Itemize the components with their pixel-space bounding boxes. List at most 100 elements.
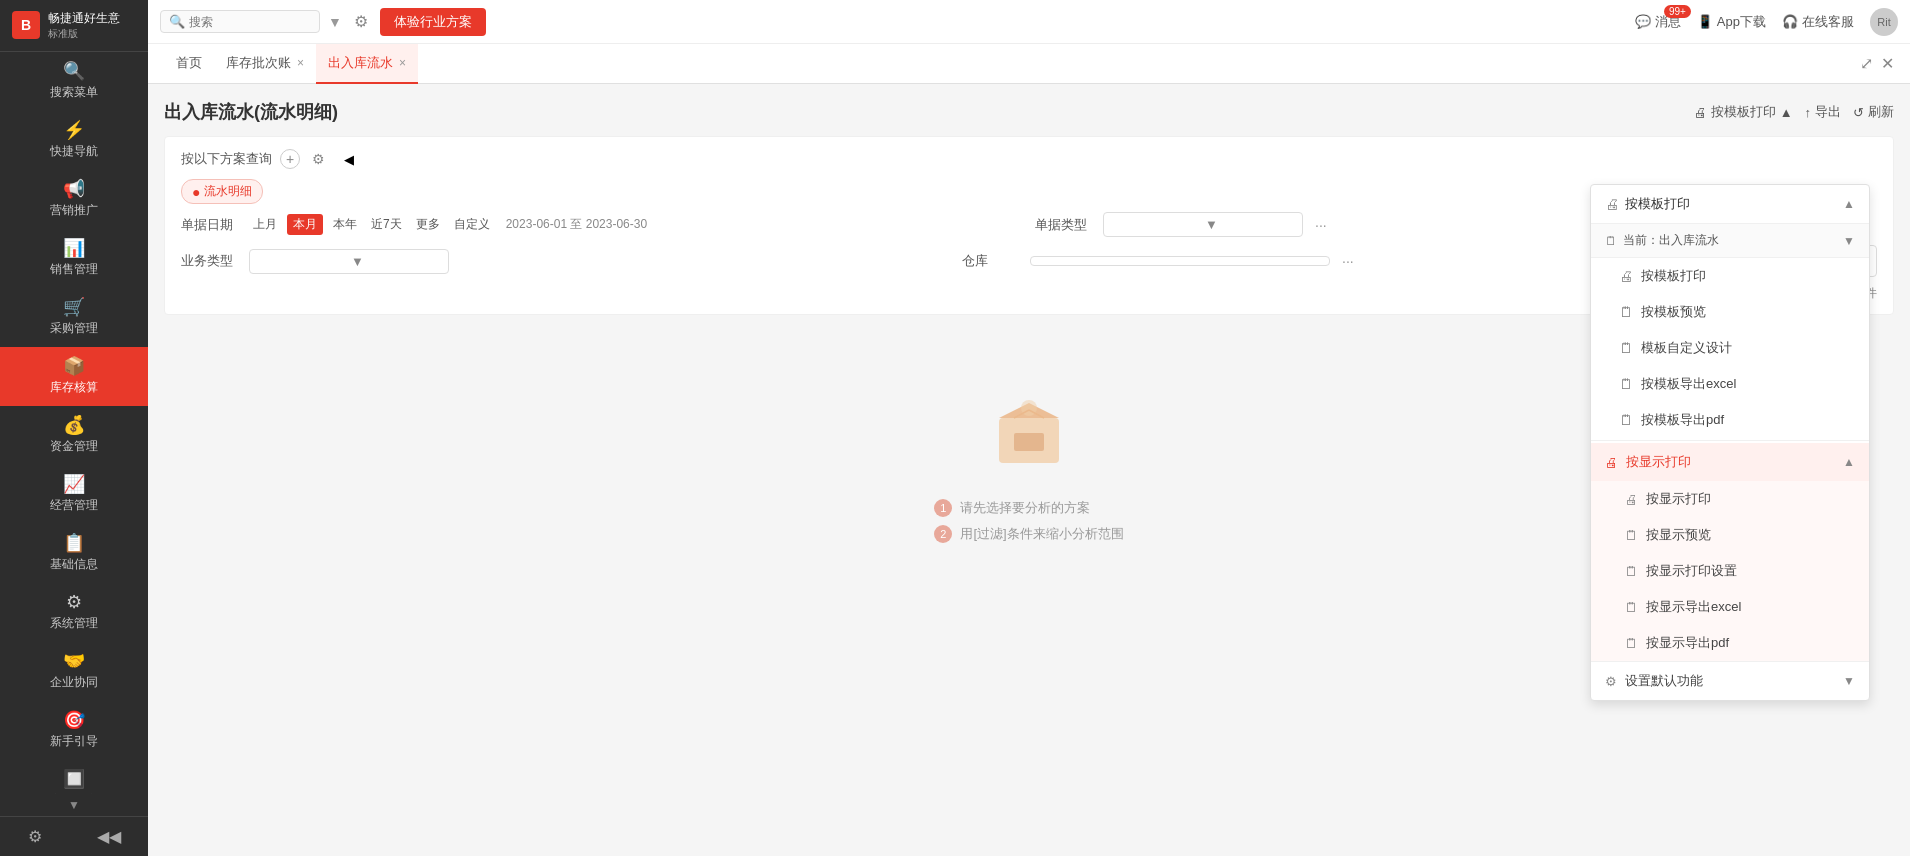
headset-icon: 🎧 [1782,14,1798,29]
tab-batch-account[interactable]: 库存批次账 × [214,44,316,84]
display-section-title-text: 按显示打印 [1626,453,1691,471]
sidebar-item-finance[interactable]: 💰 资金管理 [0,406,148,465]
current-template-row: 🗒 当前：出入库流水 ▼ [1591,224,1869,258]
warehouse-more-btn[interactable]: ··· [1338,249,1358,273]
tab-home[interactable]: 首页 [164,44,214,84]
filter-gear-btn[interactable]: ⚙ [308,149,328,169]
topbar-right: 💬 消息 99+ 📱 App下载 🎧 在线客服 Rit [1635,8,1898,36]
dropdown-item-display-print[interactable]: 🖨 按显示打印 [1591,481,1869,517]
sidebar-logo: B 畅捷通好生意 标准版 [0,0,148,52]
sidebar-item-inventory[interactable]: 📦 库存核算 [0,347,148,406]
sidebar-item-label: 新手引导 [50,733,98,750]
industry-plan-btn[interactable]: 体验行业方案 [380,8,486,36]
dropdown-item-display-export-excel[interactable]: 🗒 按显示导出excel [1591,589,1869,625]
refresh-btn[interactable]: ↺ 刷新 [1853,103,1894,121]
chart-icon: 📊 [63,239,85,257]
sidebar-item-operations[interactable]: 📈 经营管理 [0,465,148,524]
sidebar-item-label: 营销推广 [50,202,98,219]
export-btn[interactable]: ↑ 导出 [1805,103,1842,121]
sidebar-scroll-down[interactable]: ▼ [0,794,148,816]
sidebar-item-label: 库存核算 [50,379,98,396]
sidebar-settings-btn[interactable]: ⚙ [28,827,42,846]
mobile-icon: 📱 [1697,14,1713,29]
dropdown-item-display-print-label: 按显示打印 [1646,490,1711,508]
current-template-arrow[interactable]: ▼ [1843,234,1855,248]
dropdown-item-display-preview[interactable]: 🗒 按显示预览 [1591,517,1869,553]
cart-icon: 🛒 [63,298,85,316]
dropdown-footer[interactable]: ⚙ 设置默认功能 ▼ [1591,661,1869,700]
print-template-label: 按模板打印 [1711,103,1776,121]
filter-tag-icon: ● [192,184,200,200]
dropdown-item-template-preview[interactable]: 🗒 按模板预览 [1591,294,1869,330]
tab-bar: 首页 库存批次账 × 出入库流水 × ⤢ ✕ [148,44,1910,84]
date-opt-custom[interactable]: 自定义 [450,214,494,235]
doc-type-select[interactable]: ▼ [1103,212,1303,237]
refresh-label: 刷新 [1868,103,1894,121]
current-template-label: 🗒 当前：出入库流水 [1605,232,1719,249]
filter-label: 按以下方案查询 [181,150,272,168]
tab-maximize-btn[interactable]: ⤢ [1860,54,1873,73]
sidebar-item-quick-nav[interactable]: ⚡ 快捷导航 [0,111,148,170]
sidebar: B 畅捷通好生意 标准版 🔍 搜索菜单 ⚡ 快捷导航 📢 营销推广 📊 销售管理… [0,0,148,856]
customer-service-btn[interactable]: 🎧 在线客服 [1782,13,1854,31]
sidebar-item-marketing[interactable]: 📢 营销推广 [0,170,148,229]
display-pdf-icon: 🗒 [1625,636,1638,651]
search-dropdown-arrow[interactable]: ▼ [328,14,342,30]
empty-tip-2: 2 用[过滤]条件来缩小分析范围 [934,525,1123,543]
sidebar-item-app-center[interactable]: 🔲 应用中心 [0,760,148,794]
money-icon: 💰 [63,416,85,434]
sidebar-item-basic-info[interactable]: 📋 基础信息 [0,524,148,583]
business-type-select[interactable]: ▼ [249,249,449,274]
tab-flow[interactable]: 出入库流水 × [316,44,418,84]
filter-add-btn[interactable]: + [280,149,300,169]
print-template-btn[interactable]: 🖨 按模板打印 ▲ [1694,103,1793,121]
dropdown-item-display-print-settings[interactable]: 🗒 按显示打印设置 [1591,553,1869,589]
sidebar-item-search[interactable]: 🔍 搜索菜单 [0,52,148,111]
app-download-btn[interactable]: 📱 App下载 [1697,13,1766,31]
user-avatar[interactable]: Rit [1870,8,1898,36]
dropdown-item-template-customize[interactable]: 🗒 模板自定义设计 [1591,330,1869,366]
topbar-search-box[interactable]: 🔍 [160,10,320,33]
dropdown-item-template-preview-label: 按模板预览 [1641,303,1706,321]
sidebar-item-purchase[interactable]: 🛒 采购管理 [0,288,148,347]
dropdown-header: 🖨 按模板打印 ▲ [1591,185,1869,224]
trending-icon: 📈 [63,475,85,493]
date-opt-current-month[interactable]: 本月 [287,214,323,235]
filter-top: 按以下方案查询 + ⚙ ◀ [181,149,1877,169]
tab-flow-close[interactable]: × [399,56,406,70]
dropdown-item-template-export-pdf-label: 按模板导出pdf [1641,411,1724,429]
filter-tag-flow-detail[interactable]: ● 流水明细 [181,179,263,204]
dropdown-item-template-export-excel[interactable]: 🗒 按模板导出excel [1591,366,1869,402]
date-opt-week[interactable]: 近7天 [367,214,406,235]
date-opt-prev-month[interactable]: 上月 [249,214,281,235]
sidebar-collapse-btn[interactable]: ◀◀ [97,827,121,846]
tab-batch-account-close[interactable]: × [297,56,304,70]
dropdown-item-template-export-pdf[interactable]: 🗒 按模板导出pdf [1591,402,1869,438]
sidebar-item-guide[interactable]: 🎯 新手引导 [0,701,148,760]
search-input[interactable] [189,15,299,29]
sidebar-item-system[interactable]: ⚙ 系统管理 [0,583,148,642]
dropdown-item-template-print[interactable]: 🖨 按模板打印 [1591,258,1869,294]
dropdown-item-display-export-pdf[interactable]: 🗒 按显示导出pdf [1591,625,1869,661]
tab-close-btn[interactable]: ✕ [1881,54,1894,73]
date-opt-more[interactable]: 更多 [412,214,444,235]
clipboard-icon: 📋 [63,534,85,552]
sidebar-item-label: 采购管理 [50,320,98,337]
warehouse-select[interactable] [1030,256,1330,266]
refresh-icon: ↺ [1853,105,1864,120]
doc-type-more-btn[interactable]: ··· [1311,213,1331,237]
sidebar-menu: 🔍 搜索菜单 ⚡ 快捷导航 📢 营销推广 📊 销售管理 🛒 采购管理 📦 库存核… [0,52,148,794]
filter-collapse-icon[interactable]: ◀ [344,152,354,167]
megaphone-icon: 📢 [63,180,85,198]
dropdown-footer-arrow[interactable]: ▼ [1843,674,1855,688]
date-opt-current-year[interactable]: 本年 [329,214,361,235]
sidebar-item-enterprise[interactable]: 🤝 企业协同 [0,642,148,701]
dropdown-header-arrow[interactable]: ▲ [1843,197,1855,211]
sidebar-item-label: 搜索菜单 [50,84,98,101]
message-btn[interactable]: 💬 消息 99+ [1635,13,1681,31]
topbar-gear-icon[interactable]: ⚙ [354,12,368,31]
preview-icon: 🗒 [1619,304,1633,320]
display-section-arrow[interactable]: ▲ [1843,455,1855,469]
sidebar-item-sales[interactable]: 📊 销售管理 [0,229,148,288]
display-section-header[interactable]: 🖨 按显示打印 ▲ [1591,443,1869,481]
